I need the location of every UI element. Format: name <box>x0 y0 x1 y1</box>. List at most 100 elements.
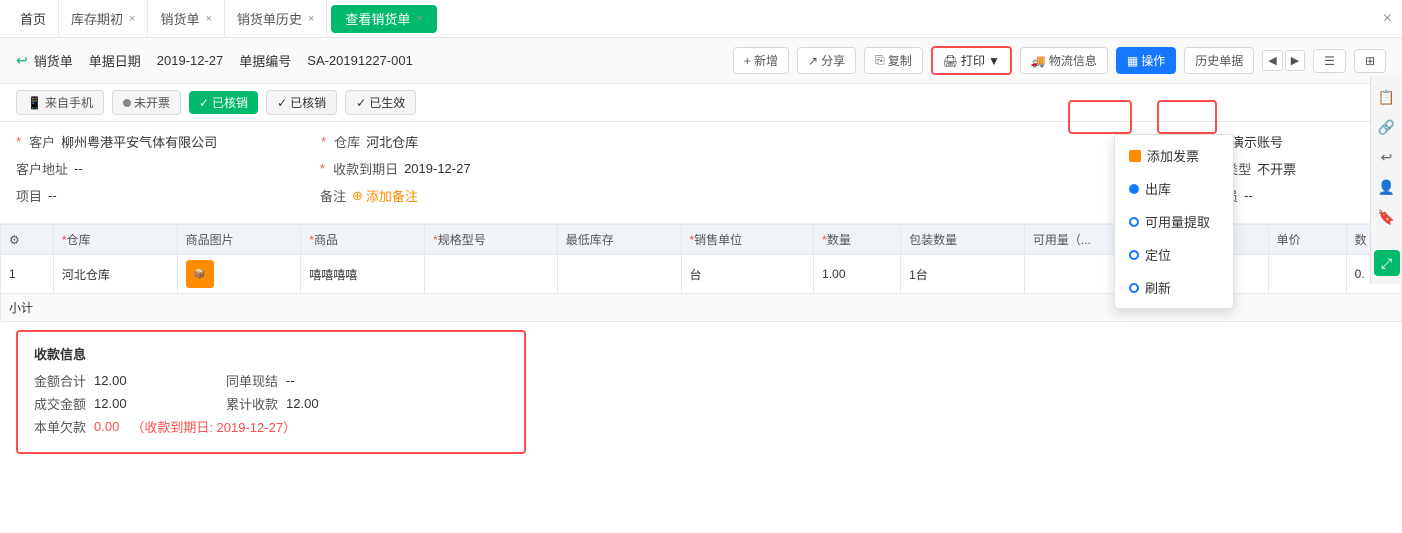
sidebar-return-icon[interactable]: ↩ <box>1374 144 1400 170</box>
add-invoice-label: 添加发票 <box>1147 146 1199 165</box>
payment-title: 收款信息 <box>34 344 508 363</box>
tab-view-sales[interactable]: 查看销货单 × <box>331 5 436 33</box>
doc-actions: + 新增 ↗ 分享 ⎘ 复制 🖨 打印 ▼ 🚚 物流信息 <box>733 46 1386 75</box>
min-stock-col-header: 最低库存 <box>557 225 681 255</box>
confirm-icon: ✓ <box>199 96 209 110</box>
view-toggle-list[interactable]: ☰ <box>1313 49 1346 73</box>
print-button[interactable]: 🖨 打印 ▼ <box>931 46 1012 75</box>
tab-home[interactable]: 首页 <box>8 0 59 38</box>
right-sidebar: 📋 🔗 ↩ 👤 🔖 ⤢ <box>1370 76 1402 284</box>
close-sales-tab[interactable]: × <box>205 13 211 25</box>
locate-label: 定位 <box>1145 245 1171 264</box>
row-spec[interactable] <box>425 255 558 294</box>
tab-inventory[interactable]: 库存期初 × <box>59 0 148 38</box>
new-button[interactable]: + 新增 <box>733 47 789 74</box>
close-sales-history-tab[interactable]: × <box>308 13 314 25</box>
tab-sales[interactable]: 销货单 × <box>148 0 224 38</box>
effect-button[interactable]: ✓ 已生效 <box>345 90 416 115</box>
doc-header: ↩ 销货单 单据日期 2019-12-27 单据编号 SA-20191227-0… <box>0 38 1402 84</box>
close-view-sales-tab[interactable]: × <box>416 13 422 25</box>
doc-meta: 单据日期 2019-12-27 单据编号 SA-20191227-001 <box>89 51 413 70</box>
warehouse-value[interactable]: 河北仓库 <box>366 132 418 151</box>
address-value[interactable]: -- <box>74 161 83 176</box>
payment-date-field: * 收款到期日 2019-12-27 <box>320 159 520 178</box>
copy-icon: ⎘ <box>875 53 885 68</box>
close-inventory-tab[interactable]: × <box>129 13 135 25</box>
from-mobile-button[interactable]: 📱 来自手机 <box>16 90 104 115</box>
tab-bar: 首页 库存期初 × 销货单 × 销货单历史 × 查看销货单 × × <box>0 0 1402 38</box>
main-content: ↩ 销货单 单据日期 2019-12-27 单据编号 SA-20191227-0… <box>0 38 1402 533</box>
same-order-value: -- <box>286 373 295 388</box>
operate-button[interactable]: ▦ 操作 <box>1116 47 1176 74</box>
view-toggle-grid[interactable]: ⊞ <box>1354 49 1386 73</box>
sidebar-link-icon[interactable]: 🔗 <box>1374 114 1400 140</box>
project-field: 项目 -- <box>16 186 216 205</box>
due-amount: 本单欠款 0.00 （收款到期日: 2019-12-27） <box>34 417 296 436</box>
deal-amount: 成交金额 12.00 <box>34 394 194 413</box>
copy-button[interactable]: ⎘ 复制 <box>864 47 923 74</box>
row-image: 📦 <box>177 255 301 294</box>
doc-title: ↩ 销货单 <box>16 51 73 70</box>
sidebar-expand-icon[interactable]: ⤢ <box>1374 250 1400 276</box>
staff2-value: -- <box>1244 188 1253 203</box>
outline-dot-icon-3 <box>1129 283 1139 293</box>
orange-box-icon <box>1129 150 1141 162</box>
available-qty-label: 可用量提取 <box>1145 212 1210 231</box>
share-button[interactable]: ↗ 分享 <box>797 47 856 74</box>
window-close-button[interactable]: × <box>1383 10 1392 28</box>
available-qty-item[interactable]: 可用量提取 <box>1115 205 1233 238</box>
customer-value[interactable]: 柳州粤港平安气体有限公司 <box>61 132 217 151</box>
row-product[interactable]: 嘻嘻嘻嘻 <box>301 255 425 294</box>
payment-row-3: 本单欠款 0.00 （收款到期日: 2019-12-27） <box>34 417 508 436</box>
row-pkg-qty[interactable]: 1台 <box>901 255 1025 294</box>
tab-sales-history[interactable]: 销货单历史 × <box>225 0 327 38</box>
payment-date-required: * <box>320 161 325 176</box>
outline-dot-icon-1 <box>1129 217 1139 227</box>
payment-info-box: 收款信息 金额合计 12.00 同单现结 -- 成交金额 12.00 累计收款 <box>16 330 526 454</box>
logistics-button[interactable]: 🚚 物流信息 <box>1020 47 1108 74</box>
sidebar-user-icon[interactable]: 👤 <box>1374 174 1400 200</box>
row-qty[interactable]: 1.00 <box>814 255 901 294</box>
pkg-qty-col-header: 包装数量 <box>901 225 1025 255</box>
add-invoice-item[interactable]: 添加发票 <box>1115 139 1233 172</box>
warehouse-required: * <box>321 134 326 149</box>
settings-col-header[interactable]: ⚙ <box>1 225 54 255</box>
payment-date-value[interactable]: 2019-12-27 <box>404 161 471 176</box>
print-icon: 🖨 <box>943 54 958 68</box>
note-field: 备注 ⊕ 添加备注 <box>320 186 520 205</box>
operate-dropdown-menu: 添加发票 出库 可用量提取 定位 刷新 <box>1114 134 1234 309</box>
refresh-label: 刷新 <box>1145 278 1171 297</box>
product-col-header: *商品 <box>301 225 425 255</box>
number-label: 单据编号 <box>239 51 291 70</box>
payment-row-1: 金额合计 12.00 同单现结 -- <box>34 371 508 390</box>
print-dropdown-arrow: ▼ <box>988 54 1000 68</box>
grid-icon: ▦ <box>1127 54 1138 68</box>
row-price[interactable] <box>1268 255 1346 294</box>
sidebar-bookmark-icon[interactable]: 🔖 <box>1374 204 1400 230</box>
blue-dot-icon <box>1129 184 1139 194</box>
project-value[interactable]: -- <box>48 188 57 203</box>
spec-col-header: *规格型号 <box>425 225 558 255</box>
row-warehouse[interactable]: 河北仓库 <box>53 255 177 294</box>
out-stock-label: 出库 <box>1145 179 1171 198</box>
prev-button[interactable]: ◀ <box>1262 50 1282 71</box>
cumulative: 累计收款 12.00 <box>226 394 386 413</box>
locate-item[interactable]: 定位 <box>1115 238 1233 271</box>
due-note: （收款到期日: 2019-12-27） <box>131 417 296 436</box>
out-stock-item[interactable]: 出库 <box>1115 172 1233 205</box>
next-button[interactable]: ▶ <box>1285 50 1305 71</box>
gear-icon: ⚙ <box>9 233 20 247</box>
row-unit[interactable]: 台 <box>681 255 814 294</box>
refresh-item[interactable]: 刷新 <box>1115 271 1233 304</box>
sold-icon: ✓ <box>277 96 287 110</box>
not-open-button[interactable]: 未开票 <box>112 90 181 115</box>
total-amount: 金额合计 12.00 <box>34 371 194 390</box>
history-button[interactable]: 历史单据 <box>1184 47 1254 74</box>
add-note-button[interactable]: ⊕ 添加备注 <box>352 186 418 205</box>
address-field: 客户地址 -- <box>16 159 216 178</box>
warehouse-col-header: *仓库 <box>53 225 177 255</box>
confirm-button[interactable]: ✓ 已核销 <box>189 91 258 114</box>
sidebar-clipboard-icon[interactable]: 📋 <box>1374 84 1400 110</box>
sold-button[interactable]: ✓ 已核销 <box>266 90 337 115</box>
customer-field: * 客户 柳州粤港平安气体有限公司 <box>16 132 217 151</box>
